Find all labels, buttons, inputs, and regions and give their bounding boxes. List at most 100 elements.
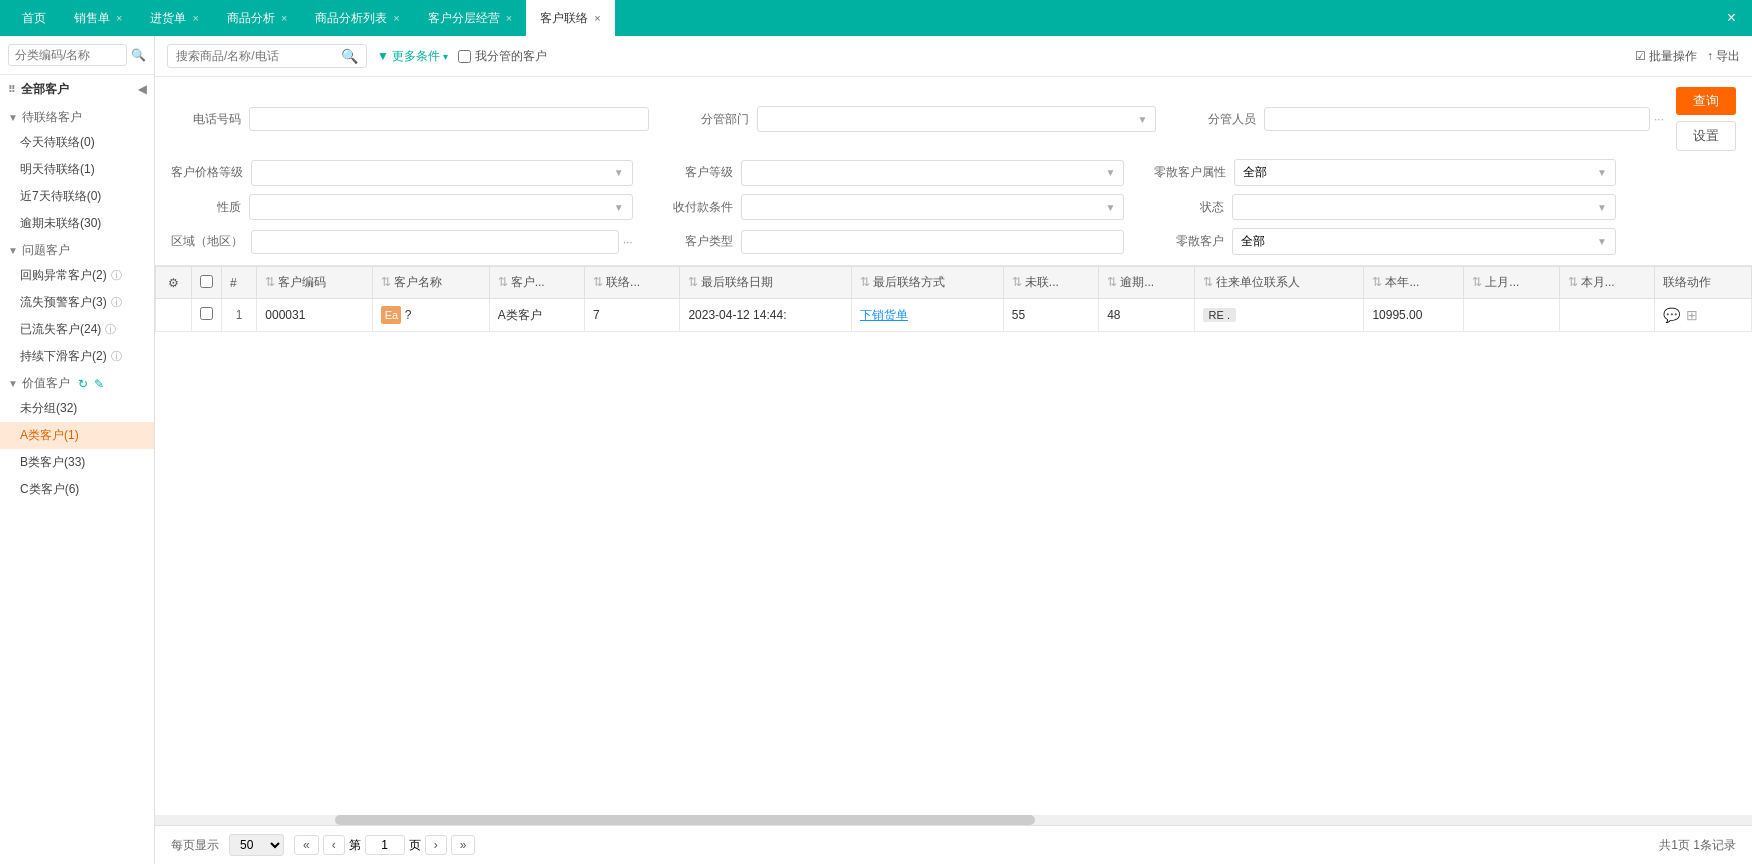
dots-manager-icon[interactable]: ··· (1654, 112, 1664, 126)
window-close-button[interactable]: × (1719, 9, 1744, 27)
select-retail-attr[interactable]: 全部 ▼ (1234, 159, 1616, 186)
td-checkbox (192, 299, 222, 332)
collapse-icon[interactable]: ◀ (138, 83, 146, 96)
search-button[interactable]: 查询 (1676, 87, 1736, 115)
col-gear[interactable]: ⚙ (156, 267, 192, 299)
close-customer-segmentation-icon[interactable]: × (506, 12, 512, 24)
export-btn[interactable]: ↑ 导出 (1707, 48, 1740, 65)
label-customer-type: 客户类型 (663, 233, 733, 250)
info-icon3: ⓘ (105, 322, 116, 337)
scrollbar-thumb[interactable] (335, 815, 1035, 825)
nav-home[interactable]: 首页 (8, 0, 60, 36)
close-product-analysis-icon[interactable]: × (281, 12, 287, 24)
col-customer-type[interactable]: ⇅客户... (489, 267, 584, 299)
input-manager[interactable] (1264, 107, 1650, 131)
td-last-method[interactable]: 下销货单 (851, 299, 1003, 332)
refresh-icon[interactable]: ↻ (78, 377, 88, 391)
col-last-month[interactable]: ⇅上月... (1464, 267, 1559, 299)
select-nature[interactable]: ▼ (249, 194, 633, 220)
sidebar-item-repurchase-abnormal[interactable]: 回购异常客户(2) ⓘ (0, 262, 154, 289)
select-price-level[interactable]: ▼ (251, 160, 633, 186)
sidebar-item-class-b[interactable]: B类客户(33) (0, 449, 154, 476)
total-records-label: 共1页 1条记录 (1659, 837, 1736, 854)
nav-sales-order[interactable]: 销售单 × (60, 0, 136, 36)
sidebar-search-container: 🔍 (0, 36, 154, 75)
my-customers-check[interactable] (458, 50, 471, 63)
sidebar-all-customers[interactable]: ⠿ 全部客户 ◀ (0, 75, 154, 104)
col-overdue[interactable]: ⇅逾期... (1099, 267, 1194, 299)
select-dept[interactable]: ▼ (757, 106, 1157, 132)
select-customer-level[interactable]: ▼ (741, 160, 1125, 186)
input-phone[interactable] (249, 107, 649, 131)
sidebar-item-declining[interactable]: 持续下滑客户(2) ⓘ (0, 343, 154, 370)
nav-customer-segmentation[interactable]: 客户分层经营 × (414, 0, 526, 36)
row-checkbox[interactable] (200, 307, 213, 320)
td-overdue: 48 (1099, 299, 1194, 332)
col-contact-count[interactable]: ⇅联络... (585, 267, 680, 299)
sidebar-item-today[interactable]: 今天待联络(0) (0, 129, 154, 156)
sidebar-item-tomorrow[interactable]: 明天待联络(1) (0, 156, 154, 183)
filter-search-input[interactable] (176, 49, 341, 63)
close-purchase-order-icon[interactable]: × (192, 12, 198, 24)
horizontal-scrollbar[interactable] (155, 815, 1752, 825)
per-page-select[interactable]: 50 100 (229, 834, 284, 856)
label-dept: 分管部门 (679, 111, 749, 128)
sort-icon-year: ⇅ (1372, 275, 1382, 289)
select-retail[interactable]: 全部 ▼ (1232, 228, 1616, 255)
last-page-btn[interactable]: » (451, 835, 476, 855)
next-page-btn[interactable]: › (425, 835, 447, 855)
sidebar-search-input[interactable] (8, 44, 127, 66)
close-product-analysis-list-icon[interactable]: × (393, 12, 399, 24)
sidebar-item-class-c[interactable]: C类客户(6) (0, 476, 154, 503)
table-row: 1 000031 Ea ? A类客户 7 2023-04-12 14:44: 下… (156, 299, 1752, 332)
close-sales-order-icon[interactable]: × (116, 12, 122, 24)
td-company-contact: RE . (1194, 299, 1364, 332)
sidebar-item-7days[interactable]: 近7天待联络(0) (0, 183, 154, 210)
more-conditions-btn[interactable]: ▼ 更多条件 ▾ (377, 48, 448, 65)
col-not-contacted[interactable]: ⇅未联... (1003, 267, 1098, 299)
col-last-date[interactable]: ⇅最后联络日期 (680, 267, 851, 299)
close-customer-contact-icon[interactable]: × (594, 12, 600, 24)
select-status[interactable]: ▼ (1232, 194, 1616, 220)
sidebar-item-unclassified[interactable]: 未分组(32) (0, 395, 154, 422)
col-last-method[interactable]: ⇅最后联络方式 (851, 267, 1003, 299)
col-this-year[interactable]: ⇅本年... (1364, 267, 1464, 299)
last-method-link[interactable]: 下销货单 (860, 308, 908, 322)
first-page-btn[interactable]: « (294, 835, 319, 855)
td-this-year: 10995.00 (1364, 299, 1464, 332)
chat-icon[interactable]: 💬 (1663, 307, 1680, 323)
my-customers-checkbox: 我分管的客户 (458, 48, 547, 65)
sidebar-item-overdue[interactable]: 逾期未联络(30) (0, 210, 154, 237)
select-payment[interactable]: ▼ (741, 194, 1125, 220)
dots-region-icon[interactable]: ··· (623, 235, 633, 249)
input-region[interactable] (251, 230, 619, 254)
page-navigation: « ‹ 第 页 › » (294, 835, 475, 855)
sidebar-search-icon[interactable]: 🔍 (131, 48, 146, 62)
col-code[interactable]: ⇅客户编码 (257, 267, 373, 299)
qr-icon[interactable]: ⊞ (1686, 307, 1698, 323)
filter-cell-customer-level: 客户等级 ▼ (663, 160, 1125, 186)
edit-icon[interactable]: ✎ (94, 377, 104, 391)
col-company-contact[interactable]: ⇅往来单位联系人 (1194, 267, 1364, 299)
sidebar-item-class-a[interactable]: A类客户(1) (0, 422, 154, 449)
nav-purchase-order[interactable]: 进货单 × (136, 0, 212, 36)
info-icon4: ⓘ (111, 349, 122, 364)
page-input[interactable] (365, 835, 405, 855)
filter-search-icon[interactable]: 🔍 (341, 48, 358, 64)
nav-product-analysis-list[interactable]: 商品分析列表 × (301, 0, 413, 36)
td-gear (156, 299, 192, 332)
gear-icon[interactable]: ⚙ (168, 276, 179, 290)
col-this-month[interactable]: ⇅本月... (1559, 267, 1654, 299)
nav-product-analysis[interactable]: 商品分析 × (213, 0, 301, 36)
input-customer-type[interactable] (741, 230, 1125, 254)
col-name[interactable]: ⇅客户名称 (373, 267, 489, 299)
select-all-checkbox[interactable] (200, 275, 213, 288)
batch-op-btn[interactable]: ☑ 批量操作 (1635, 48, 1697, 65)
sidebar-item-churn-warning[interactable]: 流失预警客户(3) ⓘ (0, 289, 154, 316)
prev-page-btn[interactable]: ‹ (323, 835, 345, 855)
td-name: Ea ? (373, 299, 489, 332)
nav-customer-contact[interactable]: 客户联络 × (526, 0, 614, 36)
settings-button[interactable]: 设置 (1676, 121, 1736, 151)
export-icon: ↑ (1707, 49, 1713, 63)
sidebar-item-churned[interactable]: 已流失客户(24) ⓘ (0, 316, 154, 343)
